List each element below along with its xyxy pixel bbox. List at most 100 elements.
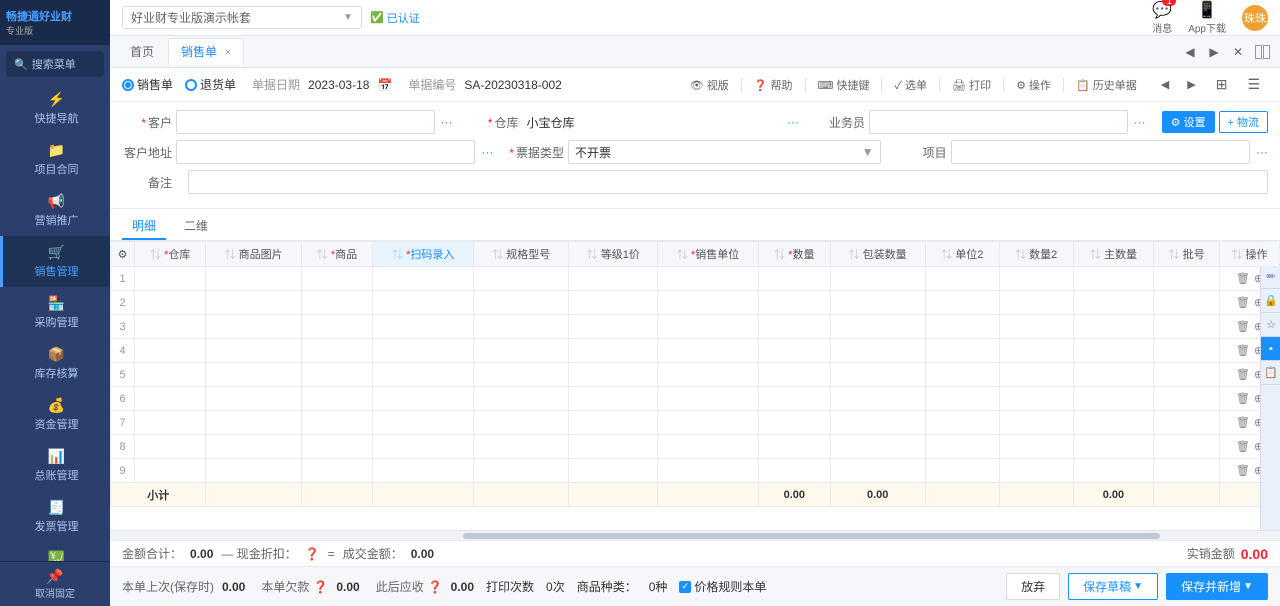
row-price[interactable] bbox=[569, 363, 658, 387]
customer-input[interactable] bbox=[176, 110, 435, 134]
tab-prev-btn[interactable]: ◀ bbox=[1180, 42, 1200, 62]
row-qty[interactable] bbox=[759, 267, 830, 291]
tab-next-btn[interactable]: ▶ bbox=[1204, 42, 1224, 62]
toolbar-next-btn[interactable]: ▶ bbox=[1179, 76, 1203, 93]
row-batch[interactable] bbox=[1154, 387, 1220, 411]
row-unit2[interactable] bbox=[925, 339, 999, 363]
row-pack-qty[interactable] bbox=[830, 291, 925, 315]
row-price[interactable] bbox=[569, 339, 658, 363]
row-unit[interactable] bbox=[658, 435, 759, 459]
row-spec[interactable] bbox=[474, 387, 569, 411]
row-unit[interactable] bbox=[658, 315, 759, 339]
row-warehouse[interactable] bbox=[135, 387, 206, 411]
row-scan[interactable] bbox=[373, 435, 474, 459]
row-unit2[interactable] bbox=[925, 291, 999, 315]
row-unit2[interactable] bbox=[925, 387, 999, 411]
row-batch[interactable] bbox=[1154, 435, 1220, 459]
toolbar-help-btn[interactable]: ❓ 帮助 bbox=[746, 75, 801, 95]
right-float-btn-6[interactable]: 📋 bbox=[1261, 361, 1280, 385]
project-input[interactable] bbox=[951, 140, 1250, 164]
sidebar-item-purchase[interactable]: 🏪 采购管理 bbox=[0, 287, 110, 338]
row-warehouse[interactable] bbox=[135, 411, 206, 435]
row-main-qty[interactable] bbox=[1073, 291, 1153, 315]
row-main-qty[interactable] bbox=[1073, 363, 1153, 387]
toolbar-history-btn[interactable]: 📋 历史单据 bbox=[1068, 75, 1145, 95]
horizontal-scrollbar[interactable] bbox=[110, 530, 1280, 540]
row-pack-qty[interactable] bbox=[830, 363, 925, 387]
sub-tab-detail[interactable]: 明细 bbox=[122, 213, 166, 240]
tab-close-all-btn[interactable]: ✕ bbox=[1228, 42, 1248, 62]
row-scan[interactable] bbox=[373, 459, 474, 483]
row-product-img[interactable] bbox=[206, 435, 301, 459]
help-icon-debt[interactable]: ❓ bbox=[313, 580, 328, 594]
row-pack-qty[interactable] bbox=[830, 435, 925, 459]
row-spec[interactable] bbox=[474, 291, 569, 315]
row-unit2[interactable] bbox=[925, 315, 999, 339]
toolbar-print-btn[interactable]: 🖨 打印 bbox=[944, 75, 999, 95]
delete-icon[interactable]: 🗑 bbox=[1236, 320, 1250, 333]
row-batch[interactable] bbox=[1154, 411, 1220, 435]
save-new-btn[interactable]: 保存并新增 ▼ bbox=[1166, 573, 1268, 600]
invoice-type-select[interactable]: 不开票 ▼ bbox=[568, 140, 881, 164]
salesperson-ellipsis[interactable]: ··· bbox=[1134, 115, 1146, 129]
row-spec[interactable] bbox=[474, 339, 569, 363]
row-pack-qty[interactable] bbox=[830, 267, 925, 291]
toolbar-select-btn[interactable]: ✓ 选单 bbox=[886, 75, 935, 95]
address-ellipsis[interactable]: ··· bbox=[481, 145, 493, 159]
row-price[interactable] bbox=[569, 459, 658, 483]
row-qty[interactable] bbox=[759, 459, 830, 483]
row-warehouse[interactable] bbox=[135, 339, 206, 363]
chevron-down-icon[interactable]: ▼ bbox=[1133, 581, 1143, 592]
help-icon[interactable]: ❓ bbox=[305, 547, 320, 561]
row-warehouse[interactable] bbox=[135, 459, 206, 483]
sidebar-item-fund[interactable]: 💰 资金管理 bbox=[0, 389, 110, 440]
delete-icon[interactable]: 🗑 bbox=[1236, 344, 1250, 357]
delete-icon[interactable]: 🗑 bbox=[1236, 368, 1250, 381]
row-warehouse[interactable] bbox=[135, 435, 206, 459]
chevron-down-icon[interactable]: ▼ bbox=[1243, 581, 1253, 592]
sidebar-unpin[interactable]: 📌 取消固定 bbox=[0, 561, 110, 606]
row-product-img[interactable] bbox=[206, 291, 301, 315]
row-qty2[interactable] bbox=[999, 291, 1073, 315]
delete-icon[interactable]: 🗑 bbox=[1236, 296, 1250, 309]
row-product[interactable] bbox=[301, 267, 372, 291]
row-scan[interactable] bbox=[373, 411, 474, 435]
row-spec[interactable] bbox=[474, 267, 569, 291]
row-qty[interactable] bbox=[759, 291, 830, 315]
row-qty[interactable] bbox=[759, 363, 830, 387]
scrollbar-thumb[interactable] bbox=[463, 533, 1160, 539]
row-product[interactable] bbox=[301, 387, 372, 411]
row-product-img[interactable] bbox=[206, 267, 301, 291]
discard-btn[interactable]: 放弃 bbox=[1006, 573, 1060, 600]
th-settings[interactable]: ⚙ bbox=[111, 242, 135, 267]
row-unit[interactable] bbox=[658, 411, 759, 435]
delete-icon[interactable]: 🗑 bbox=[1236, 440, 1250, 453]
row-scan[interactable] bbox=[373, 387, 474, 411]
row-qty2[interactable] bbox=[999, 387, 1073, 411]
row-qty2[interactable] bbox=[999, 339, 1073, 363]
sidebar-item-accounting[interactable]: 📊 总账管理 bbox=[0, 440, 110, 491]
row-main-qty[interactable] bbox=[1073, 459, 1153, 483]
toolbar-shortcut-btn[interactable]: ⌨ 快捷键 bbox=[810, 75, 878, 95]
row-product-img[interactable] bbox=[206, 315, 301, 339]
radio-sales[interactable]: 销售单 bbox=[122, 76, 173, 93]
row-qty[interactable] bbox=[759, 435, 830, 459]
toolbar-grid-btn[interactable]: ⊞ bbox=[1208, 74, 1236, 95]
sidebar-item-sales[interactable]: 🛒 销售管理 bbox=[0, 236, 110, 287]
row-qty[interactable] bbox=[759, 315, 830, 339]
price-check-checkbox[interactable]: ✓ bbox=[679, 581, 691, 593]
row-scan[interactable] bbox=[373, 315, 474, 339]
toolbar-view-btn[interactable]: 👁 视版 bbox=[682, 75, 737, 95]
row-pack-qty[interactable] bbox=[830, 387, 925, 411]
row-unit2[interactable] bbox=[925, 363, 999, 387]
row-qty[interactable] bbox=[759, 411, 830, 435]
delete-icon[interactable]: 🗑 bbox=[1236, 392, 1250, 405]
row-product[interactable] bbox=[301, 435, 372, 459]
calendar-icon[interactable]: 📅 bbox=[377, 78, 392, 92]
save-draft-btn[interactable]: 保存草稿 ▼ bbox=[1068, 573, 1158, 600]
row-qty2[interactable] bbox=[999, 267, 1073, 291]
row-warehouse[interactable] bbox=[135, 363, 206, 387]
user-avatar[interactable]: 珠珠 bbox=[1242, 5, 1268, 31]
row-pack-qty[interactable] bbox=[830, 339, 925, 363]
row-qty[interactable] bbox=[759, 387, 830, 411]
